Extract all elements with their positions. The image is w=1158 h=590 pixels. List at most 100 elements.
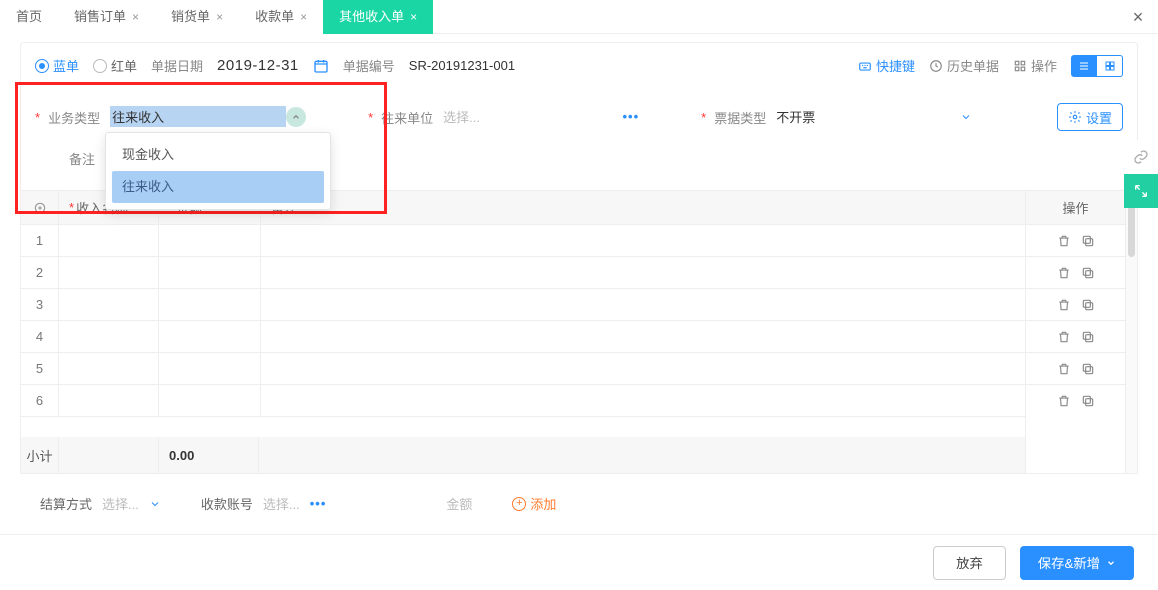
window-close-icon[interactable]: ×: [1118, 0, 1158, 34]
party-label: 往来单位: [381, 108, 433, 127]
row-index: 1: [21, 225, 59, 256]
invoice-select[interactable]: 不开票: [774, 102, 974, 132]
copy-icon[interactable]: [1081, 266, 1095, 280]
more-icon[interactable]: •••: [310, 496, 327, 511]
more-icon[interactable]: •••: [623, 109, 640, 124]
delete-icon[interactable]: [1057, 330, 1071, 344]
biz-type-value: 往来收入: [110, 106, 286, 127]
copy-icon[interactable]: [1081, 394, 1095, 408]
calendar-icon[interactable]: [313, 58, 329, 74]
top-tabs: 首页 销售订单× 销货单× 收款单× 其他收入单× ×: [0, 0, 1158, 34]
delete-icon[interactable]: [1057, 266, 1071, 280]
doc-date-value[interactable]: 2019-12-31: [217, 57, 299, 74]
radio-label: 红单: [111, 56, 137, 75]
account-select[interactable]: 选择...: [263, 494, 300, 513]
row-index: 3: [21, 289, 59, 320]
radio-blue[interactable]: 蓝单: [35, 56, 79, 75]
radio-red[interactable]: 红单: [93, 56, 137, 75]
subtotal-label: 小计: [21, 437, 59, 473]
row-index: 4: [21, 321, 59, 352]
chevron-down-icon: [1106, 558, 1116, 568]
ops-row: [1026, 353, 1125, 385]
ops-row: [1026, 289, 1125, 321]
subtotal-amount: 0.00: [159, 437, 259, 473]
table-row[interactable]: 6: [21, 385, 1025, 417]
required-icon: *: [368, 110, 373, 125]
col-ops: 操作: [1026, 191, 1125, 225]
copy-icon[interactable]: [1081, 362, 1095, 376]
view-list-icon[interactable]: [1071, 55, 1097, 77]
settings-button[interactable]: 设置: [1057, 103, 1123, 131]
biz-type-select[interactable]: 往来收入: [108, 102, 308, 132]
chevron-up-icon[interactable]: [286, 107, 306, 127]
form-area: * 业务类型 往来收入 现金收入 往来收入 * 往来单位 选择...: [20, 88, 1138, 191]
invoice-value: 不开票: [776, 107, 815, 126]
biz-type-field: * 业务类型 往来收入 现金收入 往来收入: [35, 102, 308, 132]
party-field: * 往来单位 选择... •••: [368, 102, 641, 132]
party-select[interactable]: 选择... •••: [441, 102, 641, 132]
account-label: 收款账号: [201, 494, 253, 513]
add-row-link[interactable]: +添加: [512, 494, 556, 513]
subtotal-row: 小计 0.00: [21, 437, 1025, 473]
delete-icon[interactable]: [1057, 362, 1071, 376]
tab-receipt[interactable]: 收款单×: [239, 0, 323, 34]
shortcut-link[interactable]: 快捷键: [858, 56, 915, 75]
scrollbar[interactable]: [1125, 191, 1137, 473]
expand-icon[interactable]: [1124, 174, 1158, 208]
copy-icon[interactable]: [1081, 298, 1095, 312]
settlement-row: 结算方式 选择... 收款账号 选择... ••• 金额 +添加: [20, 474, 1138, 513]
chevron-down-icon[interactable]: [960, 111, 972, 123]
settle-method-select[interactable]: 选择...: [102, 494, 139, 513]
table-row[interactable]: 3: [21, 289, 1025, 321]
close-icon[interactable]: ×: [410, 0, 417, 34]
close-icon[interactable]: ×: [216, 0, 223, 34]
tab-delivery[interactable]: 销货单×: [155, 0, 239, 34]
tab-label: 其他收入单: [339, 0, 404, 34]
ops-column: 操作: [1025, 191, 1125, 473]
plus-icon: +: [512, 497, 526, 511]
line-table: *收入名称 *金额 备注 1 2 3 4 5 6 小计 0.00 操作: [20, 191, 1138, 474]
remark-label: 备注: [69, 149, 95, 168]
chevron-down-icon[interactable]: [149, 498, 161, 510]
row-index: 5: [21, 353, 59, 384]
tab-label: 收款单: [255, 0, 294, 34]
doc-header: 蓝单 红单 单据日期 2019-12-31 单据编号 SR-20191231-0…: [20, 42, 1138, 88]
ops-row: [1026, 385, 1125, 417]
tab-label: 销货单: [171, 0, 210, 34]
copy-icon[interactable]: [1081, 234, 1095, 248]
discard-button[interactable]: 放弃: [933, 546, 1006, 580]
delete-icon[interactable]: [1057, 298, 1071, 312]
col-note: 备注: [261, 191, 1025, 224]
radio-dot-icon: [35, 59, 49, 73]
shortcut-label: 快捷键: [876, 56, 915, 75]
link-icon[interactable]: [1124, 140, 1158, 174]
table-row[interactable]: 1: [21, 225, 1025, 257]
delete-icon[interactable]: [1057, 234, 1071, 248]
side-rail: [1124, 140, 1158, 208]
col-index-icon[interactable]: [21, 191, 59, 224]
table-row[interactable]: 5: [21, 353, 1025, 385]
tab-label: 销售订单: [74, 0, 126, 34]
tab-home[interactable]: 首页: [0, 0, 58, 34]
view-grid-icon[interactable]: [1097, 55, 1123, 77]
delete-icon[interactable]: [1057, 394, 1071, 408]
radio-dot-icon: [93, 59, 107, 73]
tab-other-income[interactable]: 其他收入单×: [323, 0, 433, 34]
table-row[interactable]: 2: [21, 257, 1025, 289]
copy-icon[interactable]: [1081, 330, 1095, 344]
required-icon: *: [701, 110, 706, 125]
close-icon[interactable]: ×: [132, 0, 139, 34]
operate-link[interactable]: 操作: [1013, 56, 1057, 75]
dropdown-option-cash[interactable]: 现金收入: [112, 139, 324, 171]
invoice-field: * 票据类型 不开票: [701, 102, 974, 132]
party-placeholder: 选择...: [443, 107, 480, 126]
gear-icon: [1068, 110, 1082, 124]
dropdown-option-ar[interactable]: 往来收入: [112, 171, 324, 203]
tab-sales-order[interactable]: 销售订单×: [58, 0, 155, 34]
table-row[interactable]: 4: [21, 321, 1025, 353]
history-link[interactable]: 历史单据: [929, 56, 999, 75]
invoice-label: 票据类型: [714, 108, 766, 127]
row-index: 6: [21, 385, 59, 416]
save-add-button[interactable]: 保存&新增: [1020, 546, 1134, 580]
close-icon[interactable]: ×: [300, 0, 307, 34]
